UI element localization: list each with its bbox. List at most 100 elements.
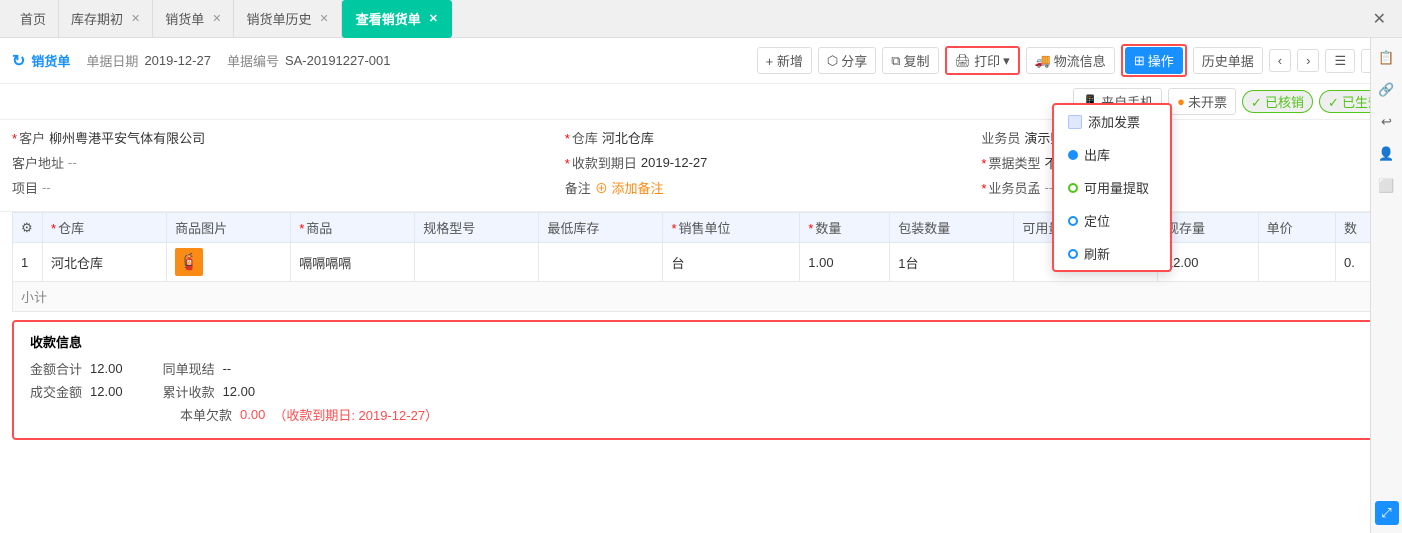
operation-button[interactable]: ⊞ 操作 xyxy=(1125,47,1183,74)
tab-sales-order[interactable]: 销货单 ✕ xyxy=(153,0,234,38)
salesman-field: 业务员孟 -- xyxy=(981,178,1390,197)
tab-home[interactable]: 首页 xyxy=(8,0,59,38)
form-section: 客户 柳州粤港平安气体有限公司 仓库 河北仓库 业务员 演示账号 客户地址 --… xyxy=(0,120,1402,212)
order-label: 单据编号 xyxy=(227,51,279,70)
cell-price xyxy=(1258,243,1335,282)
warehouse-value[interactable]: 河北仓库 xyxy=(602,128,974,147)
tab-home-label: 首页 xyxy=(20,9,46,28)
new-button[interactable]: + 新增 xyxy=(757,47,812,74)
cell-unit: 台 xyxy=(663,243,800,282)
due-note: （收款到期日: 2019-12-27） xyxy=(273,405,438,424)
form-row-1: 客户 柳州粤港平安气体有限公司 仓库 河北仓库 业务员 演示账号 xyxy=(12,128,1390,147)
operation-icon: ⊞ xyxy=(1134,53,1145,69)
logistics-button[interactable]: 🚚 物流信息 xyxy=(1026,47,1115,74)
settlement-item: 同单现结 -- xyxy=(163,359,232,378)
not-invoiced-button[interactable]: ● 未开票 xyxy=(1168,88,1236,115)
col-min-stock: 最低库存 xyxy=(539,213,663,243)
payment-date-label: 收款到期日 xyxy=(565,153,637,172)
cell-spec xyxy=(415,243,539,282)
note-label: 备注 xyxy=(565,178,591,197)
print-button[interactable]: 🖨 打印 ▾ xyxy=(947,48,1018,73)
customer-value[interactable]: 柳州粤港平安气体有限公司 xyxy=(49,128,557,147)
outbound-icon xyxy=(1068,150,1078,160)
print-chevron: ▾ xyxy=(1003,53,1010,69)
project-label: 项目 xyxy=(12,178,38,197)
menu-locate[interactable]: 定位 xyxy=(1054,204,1170,237)
sidebar-box-icon[interactable]: ⬜ xyxy=(1375,174,1399,198)
tab-view-sales-label: 查看销货单 xyxy=(356,9,421,28)
history-button[interactable]: 历史单据 xyxy=(1193,47,1263,74)
ticket-type-field: 票据类型 不开票 xyxy=(981,153,1390,172)
tab-inventory-init[interactable]: 库存期初 ✕ xyxy=(59,0,153,38)
table-row: 1 河北仓库 🧯 嗝嗝嗝嗝 台 1.00 1台 12.00 0. xyxy=(13,243,1390,282)
share-button[interactable]: ⬡ 分享 xyxy=(818,47,876,74)
cell-stock: 12.00 xyxy=(1157,243,1258,282)
payment-row-2: 成交金额 12.00 累计收款 12.00 xyxy=(30,382,1372,401)
warehouse-label: 仓库 xyxy=(565,128,598,147)
copy-button[interactable]: ⧉ 复制 xyxy=(882,47,938,74)
sidebar-return-icon[interactable]: ↩ xyxy=(1375,110,1399,134)
tab-view-sales-close[interactable]: ✕ xyxy=(429,12,438,25)
total-amount-item: 金额合计 12.00 xyxy=(30,359,123,378)
copy-label: 复制 xyxy=(904,51,930,70)
operation-label: 操作 xyxy=(1148,51,1174,70)
address-field: 客户地址 -- xyxy=(12,153,557,172)
sidebar-expand-icon[interactable]: ⤢ xyxy=(1375,501,1399,525)
share-icon: ⬡ xyxy=(827,53,838,69)
data-table: ⚙ 仓库 商品图片 商品 规格型号 最低库存 销售单位 数量 包装数量 可用量（… xyxy=(12,212,1390,312)
sidebar-clipboard-icon[interactable]: 📋 xyxy=(1375,46,1399,70)
form-row-3: 项目 -- 备注 ⊕ 添加备注 业务员孟 -- xyxy=(12,178,1390,197)
tab-sales-history-close[interactable]: ✕ xyxy=(320,12,329,25)
tab-sales-order-label: 销货单 xyxy=(165,9,204,28)
cumulative-item: 累计收款 12.00 xyxy=(163,382,256,401)
note-field: 备注 ⊕ 添加备注 xyxy=(565,178,974,197)
cell-warehouse: 河北仓库 xyxy=(43,243,167,282)
view-list-button[interactable]: ☰ xyxy=(1325,49,1355,73)
tab-sales-order-close[interactable]: ✕ xyxy=(212,12,221,25)
tab-view-sales[interactable]: 查看销货单 ✕ xyxy=(342,0,452,38)
total-amount-label: 金额合计 xyxy=(30,359,82,378)
tab-sales-history-label: 销货单历史 xyxy=(246,9,311,28)
nav-prev-button[interactable]: ‹ xyxy=(1269,49,1291,72)
effective-check-icon: ✓ xyxy=(1328,95,1339,110)
tab-sales-history[interactable]: 销货单历史 ✕ xyxy=(234,0,341,38)
right-sidebar: 📋 🔗 ↩ 👤 ⬜ ⤢ xyxy=(1370,38,1402,533)
address-value: -- xyxy=(68,155,557,170)
refresh-label: 刷新 xyxy=(1084,244,1110,263)
date-label: 单据日期 xyxy=(86,51,138,70)
employee-field: 业务员 演示账号 xyxy=(981,128,1390,147)
tab-inventory-init-close[interactable]: ✕ xyxy=(131,12,140,25)
total-amount-value: 12.00 xyxy=(90,361,123,376)
menu-refresh[interactable]: 刷新 xyxy=(1054,237,1170,270)
payment-row-3: 本单欠款 0.00 （收款到期日: 2019-12-27） xyxy=(30,405,1372,424)
customer-label: 客户 xyxy=(12,128,45,147)
print-label: 打印 xyxy=(974,51,1000,70)
cell-product: 嗝嗝嗝嗝 xyxy=(291,243,415,282)
sidebar-link-icon[interactable]: 🔗 xyxy=(1375,78,1399,102)
transaction-item: 成交金额 12.00 xyxy=(30,382,123,401)
cell-pkg-qty: 1台 xyxy=(890,243,1014,282)
project-value: -- xyxy=(42,180,557,195)
logistics-icon: 🚚 xyxy=(1035,53,1051,69)
col-product-image: 商品图片 xyxy=(167,213,291,243)
nav-next-button[interactable]: › xyxy=(1297,49,1319,72)
transaction-value: 12.00 xyxy=(90,384,123,399)
table-header-row: ⚙ 仓库 商品图片 商品 规格型号 最低库存 销售单位 数量 包装数量 可用量（… xyxy=(13,213,1390,243)
confirmed-badge[interactable]: ✓ 已核销 xyxy=(1242,90,1313,113)
refresh-icon xyxy=(1068,249,1078,259)
col-warehouse: 仓库 xyxy=(43,213,167,243)
warehouse-field: 仓库 河北仓库 xyxy=(565,128,974,147)
invoice-icon xyxy=(1068,115,1082,129)
table-section: ⚙ 仓库 商品图片 商品 规格型号 最低库存 销售单位 数量 包装数量 可用量（… xyxy=(0,212,1402,312)
payment-date-field: 收款到期日 2019-12-27 xyxy=(565,153,974,172)
add-note-link[interactable]: ⊕ 添加备注 xyxy=(595,178,664,197)
print-highlight-box: 🖨 打印 ▾ xyxy=(945,46,1020,75)
date-value: 2019-12-27 xyxy=(144,53,211,68)
sidebar-user-icon[interactable]: 👤 xyxy=(1375,142,1399,166)
menu-add-invoice[interactable]: 添加发票 xyxy=(1054,105,1170,138)
window-close-icon[interactable]: ✕ xyxy=(1365,9,1394,29)
menu-qty-extract[interactable]: 可用量提取 xyxy=(1054,171,1170,204)
print-icon: 🖨 xyxy=(955,53,972,69)
menu-outbound[interactable]: 出库 xyxy=(1054,138,1170,171)
operation-dropdown: 添加发票 出库 可用量提取 定位 刷新 xyxy=(1052,103,1172,272)
